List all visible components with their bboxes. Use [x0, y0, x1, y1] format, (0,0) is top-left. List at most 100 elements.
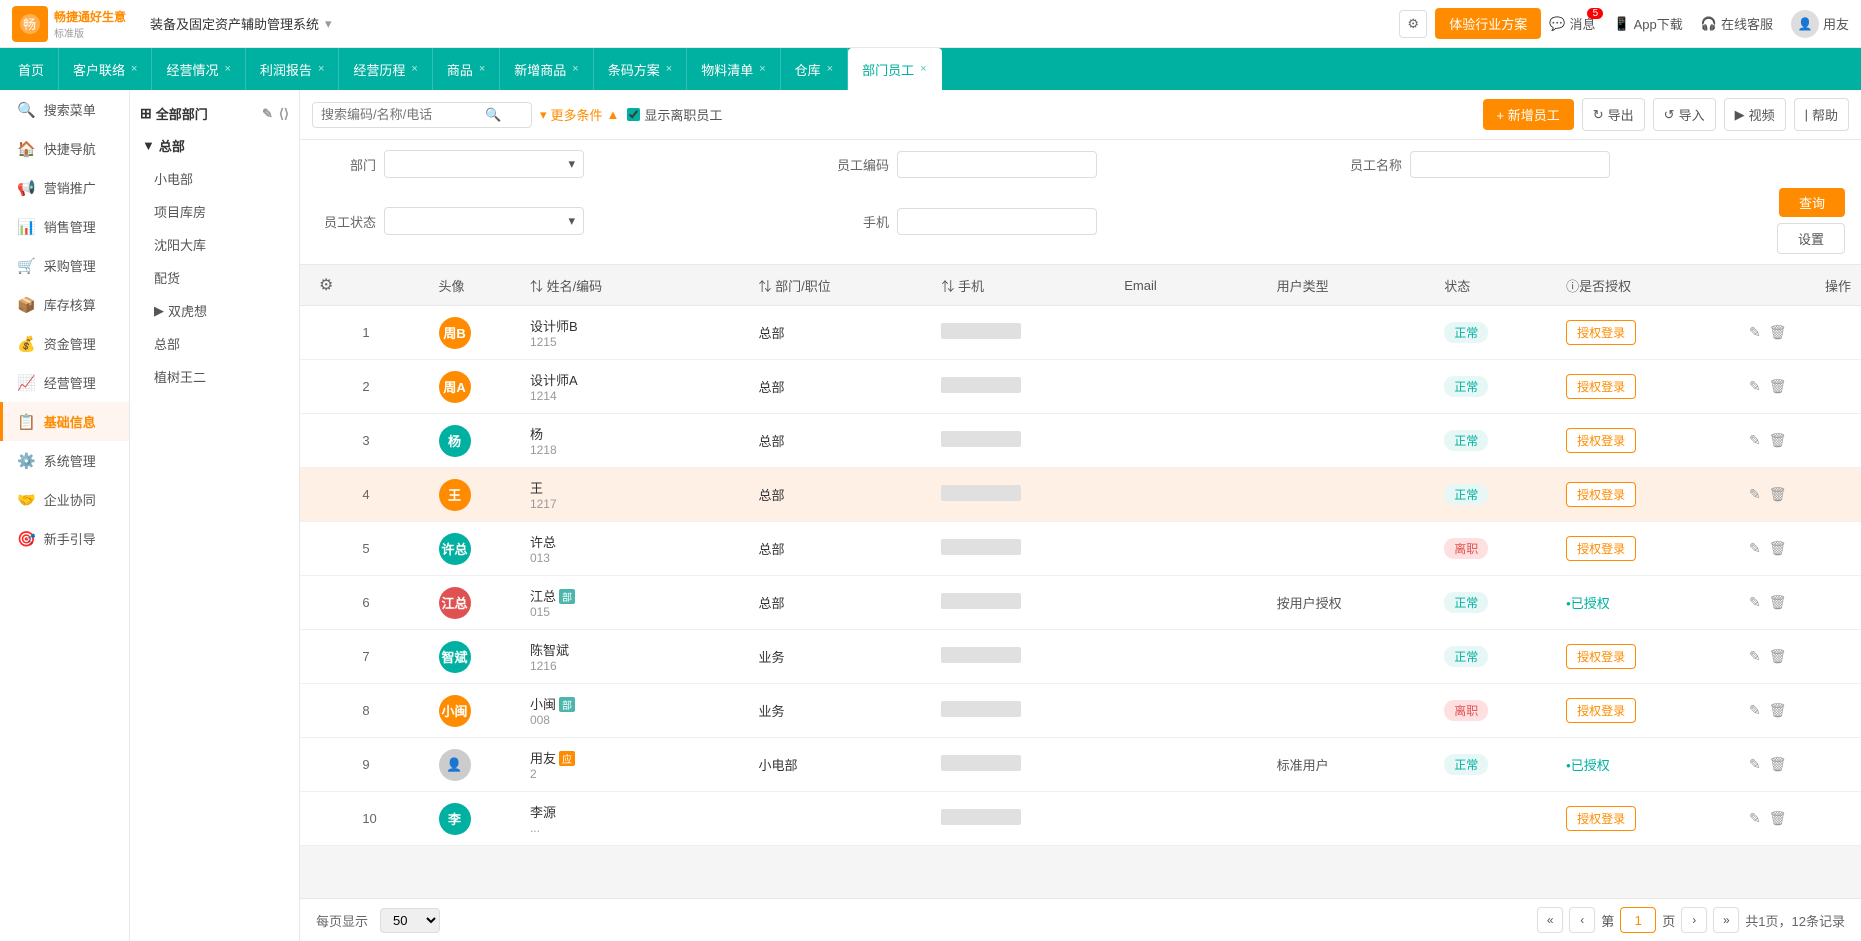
user-button[interactable]: 👤 用友 — [1791, 10, 1849, 38]
tab-operation[interactable]: 经营情况 × — [152, 48, 245, 90]
dept-item-shuanghu[interactable]: ▶ 双虎想 — [130, 294, 299, 327]
delete-icon[interactable]: 🗑 — [1769, 324, 1787, 341]
delete-icon[interactable]: 🗑 — [1769, 540, 1787, 557]
th-name[interactable]: ⇅ 姓名/编码 — [520, 265, 749, 306]
auth-login-button[interactable]: 授权登录 — [1566, 428, 1636, 453]
tab-goods[interactable]: 商品 × — [433, 48, 500, 90]
search-button[interactable]: 查询 — [1779, 188, 1845, 217]
edit-icon[interactable]: ✎ — [1749, 486, 1761, 503]
sidebar-item-purchase[interactable]: 🛒 采购管理 — [0, 246, 129, 285]
dept-item-shipping[interactable]: 配货 — [130, 261, 299, 294]
tab-new-goods[interactable]: 新增商品 × — [500, 48, 593, 90]
prev-page-button[interactable]: ‹ — [1569, 907, 1595, 933]
search-input-wrap[interactable]: 🔍 — [312, 102, 532, 128]
edit-icon[interactable]: ✎ — [1749, 810, 1761, 827]
next-page-button[interactable]: › — [1681, 907, 1707, 933]
tab-customer[interactable]: 客户联络 × — [59, 48, 152, 90]
dept-item-zongbu[interactable]: 总部 — [130, 327, 299, 360]
edit-icon[interactable]: ✎ — [1749, 540, 1761, 557]
system-dropdown-icon[interactable]: ▾ — [325, 16, 332, 32]
auth-login-button[interactable]: 授权登录 — [1566, 482, 1636, 507]
sidebar-item-system[interactable]: ⚙️ 系统管理 — [0, 441, 129, 480]
online-service-button[interactable]: 🎧 在线客服 — [1701, 14, 1773, 33]
close-icon[interactable]: × — [827, 63, 833, 75]
phone-filter-input[interactable] — [897, 208, 1097, 235]
delete-icon[interactable]: 🗑 — [1769, 486, 1787, 503]
auth-login-button[interactable]: 授权登录 — [1566, 320, 1636, 345]
import-button[interactable]: ↺ 导入 — [1653, 98, 1716, 131]
tab-dept-staff[interactable]: 部门员工 × — [848, 48, 941, 90]
dept-item-shenyang[interactable]: 沈阳大库 — [130, 228, 299, 261]
show-resigned-checkbox[interactable] — [627, 108, 640, 121]
edit-icon[interactable]: ✎ — [1749, 432, 1761, 449]
sidebar-item-sales[interactable]: 📊 销售管理 — [0, 207, 129, 246]
dept-item-zhishu[interactable]: 植树王二 — [130, 360, 299, 393]
tab-warehouse[interactable]: 仓库 × — [781, 48, 848, 90]
reset-button[interactable]: 设置 — [1777, 223, 1845, 254]
app-download-button[interactable]: 📱 App下载 — [1613, 14, 1682, 33]
auth-login-button[interactable]: 授权登录 — [1566, 698, 1636, 723]
delete-icon[interactable]: 🗑 — [1769, 594, 1787, 611]
dept-item-head[interactable]: ▼ 总部 — [130, 129, 299, 162]
th-dept[interactable]: ⇅ 部门/职位 — [749, 265, 932, 306]
delete-icon[interactable]: 🗑 — [1769, 702, 1787, 719]
settings-button[interactable]: ⚙ — [1399, 10, 1427, 38]
close-icon[interactable]: × — [572, 63, 578, 75]
sidebar-item-finance[interactable]: 💰 资金管理 — [0, 324, 129, 363]
dept-item-project[interactable]: 项目库房 — [130, 195, 299, 228]
tab-bom[interactable]: 物料清单 × — [687, 48, 780, 90]
close-icon[interactable]: × — [666, 63, 672, 75]
help-button[interactable]: | 帮助 — [1794, 98, 1849, 131]
dept-item-xiaodian[interactable]: 小电部 — [130, 162, 299, 195]
edit-icon[interactable]: ✎ — [1749, 594, 1761, 611]
trial-button[interactable]: 体验行业方案 — [1435, 8, 1541, 39]
close-icon[interactable]: × — [131, 63, 137, 75]
th-phone[interactable]: ⇅ 手机 — [931, 265, 1114, 306]
search-input[interactable] — [321, 107, 481, 122]
sidebar-item-guide[interactable]: 🎯 新手引导 — [0, 519, 129, 558]
sidebar-item-nav[interactable]: 🏠 快捷导航 — [0, 129, 129, 168]
close-icon[interactable]: × — [920, 63, 926, 75]
close-icon[interactable]: × — [479, 63, 485, 75]
edit-icon[interactable]: ✎ — [1749, 324, 1761, 341]
status-filter-select[interactable]: ▾ — [384, 207, 584, 235]
auth-login-button[interactable]: 授权登录 — [1566, 374, 1636, 399]
sidebar-item-mgmt[interactable]: 📈 经营管理 — [0, 363, 129, 402]
first-page-button[interactable]: « — [1537, 907, 1563, 933]
add-employee-button[interactable]: + 新增员工 — [1483, 99, 1574, 130]
collapse-icon[interactable]: ⟨⟩ — [279, 106, 289, 122]
more-filter-button[interactable]: ▾ 更多条件 ▲ — [540, 105, 619, 124]
view-button[interactable]: ▶ 视频 — [1724, 98, 1786, 131]
edit-icon[interactable]: ✎ — [1749, 648, 1761, 665]
delete-icon[interactable]: 🗑 — [1769, 378, 1787, 395]
edit-icon[interactable]: ✎ — [1749, 756, 1761, 773]
auth-login-button[interactable]: 授权登录 — [1566, 644, 1636, 669]
sidebar-item-search[interactable]: 🔍 搜索菜单 — [0, 90, 129, 129]
tab-profit[interactable]: 利润报告 × — [246, 48, 339, 90]
auth-login-button[interactable]: 授权登录 — [1566, 806, 1636, 831]
export-button[interactable]: ↻ 导出 — [1582, 98, 1645, 131]
empcode-filter-input[interactable] — [897, 151, 1097, 178]
sidebar-item-inventory[interactable]: 📦 库存核算 — [0, 285, 129, 324]
close-icon[interactable]: × — [318, 63, 324, 75]
edit-icon[interactable]: ✎ — [1749, 702, 1761, 719]
delete-icon[interactable]: 🗑 — [1769, 432, 1787, 449]
settings-gear-icon[interactable]: ⚙ — [319, 277, 333, 294]
edit-dept-icon[interactable]: ✎ — [262, 106, 273, 122]
close-icon[interactable]: × — [759, 63, 765, 75]
sidebar-item-basic[interactable]: 📋 基础信息 — [0, 402, 129, 441]
dept-filter-select[interactable]: ▾ — [384, 150, 584, 178]
tab-barcode[interactable]: 条码方案 × — [594, 48, 687, 90]
edit-icon[interactable]: ✎ — [1749, 378, 1761, 395]
tab-history[interactable]: 经营历程 × — [339, 48, 432, 90]
close-icon[interactable]: × — [411, 63, 417, 75]
page-input[interactable] — [1620, 907, 1656, 933]
delete-icon[interactable]: 🗑 — [1769, 756, 1787, 773]
sidebar-item-marketing[interactable]: 📢 营销推广 — [0, 168, 129, 207]
close-icon[interactable]: × — [224, 63, 230, 75]
sidebar-item-collab[interactable]: 🤝 企业协同 — [0, 480, 129, 519]
empname-filter-input[interactable] — [1410, 151, 1610, 178]
th-settings[interactable]: ⚙ — [300, 265, 352, 306]
delete-icon[interactable]: 🗑 — [1769, 810, 1787, 827]
page-size-select[interactable]: 50 100 200 — [380, 908, 440, 933]
